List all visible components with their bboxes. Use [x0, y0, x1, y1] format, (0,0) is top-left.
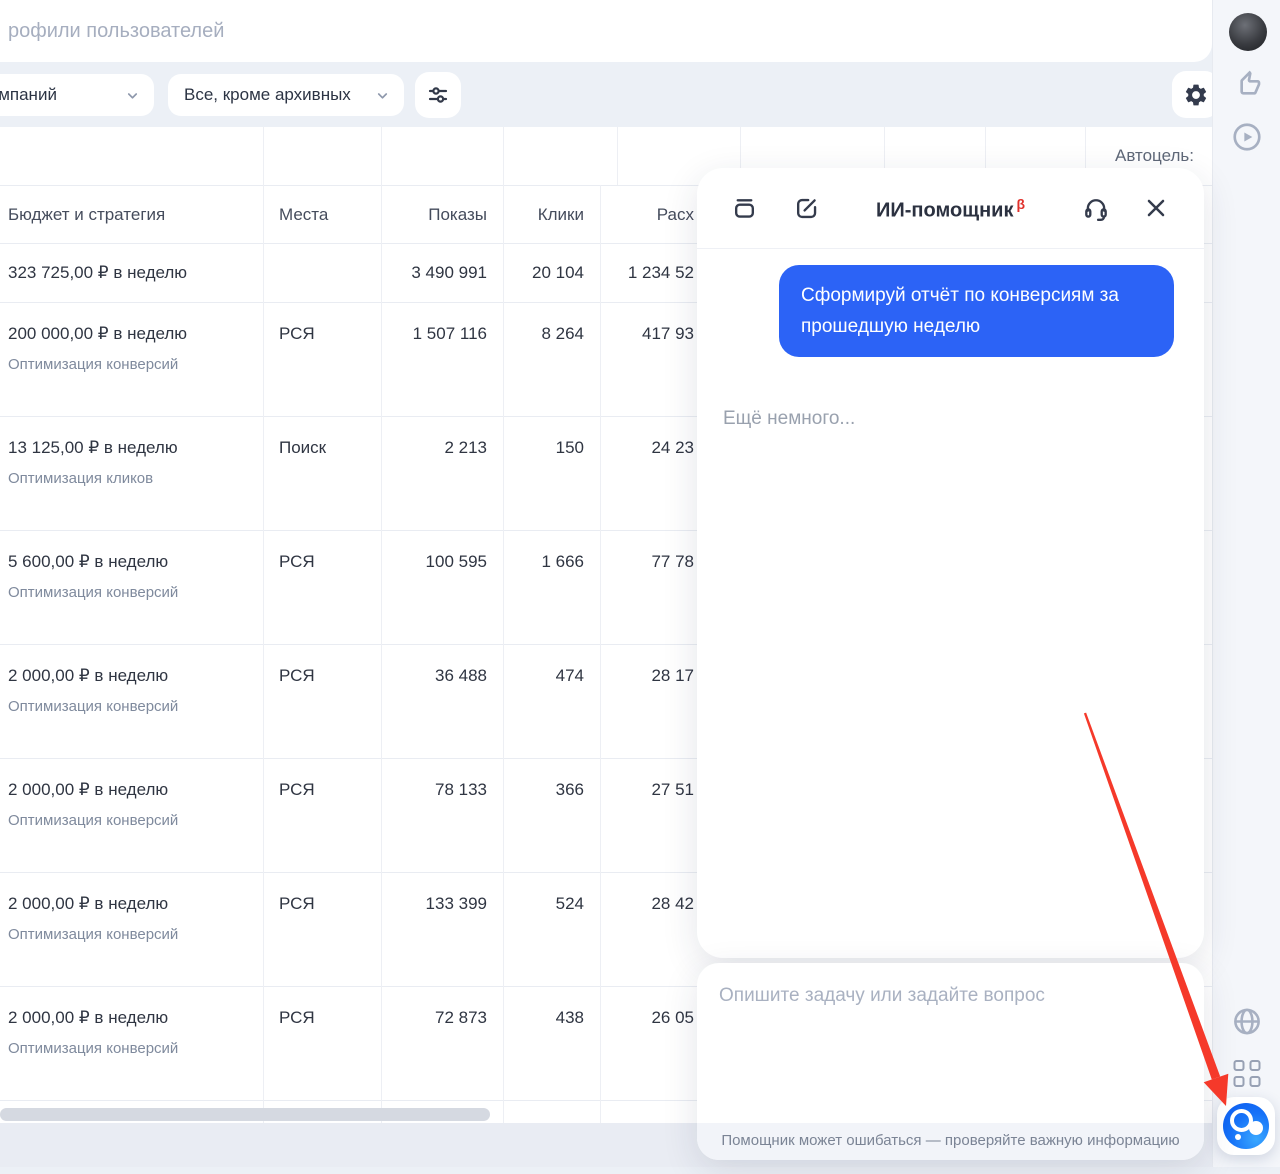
strategy-label: Оптимизация конверсий	[8, 584, 179, 601]
shows-cell: 72 873	[435, 1008, 487, 1027]
assistant-panel-header: ИИ-помощник β	[697, 168, 1204, 249]
places-cell: РСЯ	[279, 894, 315, 913]
shows-cell: 36 488	[435, 666, 487, 685]
clicks-cell: 524	[555, 894, 584, 913]
sliders-icon	[426, 83, 450, 107]
column-divider	[503, 127, 504, 185]
places-cell	[263, 244, 381, 302]
budget-value: 2 000,00 ₽ в неделю	[8, 894, 169, 913]
column-header-shows[interactable]: Показы	[381, 186, 503, 243]
budget-value: 5 600,00 ₽ в неделю	[8, 552, 169, 571]
budget-value: 13 125,00 ₽ в неделю	[8, 438, 178, 457]
column-divider	[381, 127, 382, 185]
shows-cell: 133 399	[425, 894, 487, 913]
strategy-label: Оптимизация кликов	[8, 470, 154, 487]
column-divider	[263, 185, 264, 1123]
clicks-cell: 8 264	[541, 324, 584, 343]
column-header-clicks[interactable]: Клики	[503, 186, 600, 243]
budget-value: 200 000,00 ₽ в неделю	[8, 324, 188, 343]
column-divider	[600, 185, 601, 1123]
strategy-label: Оптимизация конверсий	[8, 1040, 179, 1057]
places-cell: РСЯ	[279, 780, 315, 799]
user-avatar[interactable]	[1229, 13, 1267, 51]
assistant-disclaimer: Помощник может ошибаться — проверяйте ва…	[697, 1123, 1204, 1160]
chevron-down-icon	[125, 88, 140, 103]
assistant-input[interactable]: Опишите задачу или задайте вопрос	[697, 963, 1204, 1123]
clicks-cell: 366	[555, 780, 584, 799]
horizontal-scrollbar[interactable]	[0, 1108, 490, 1121]
ai-assistant-button[interactable]	[1217, 1097, 1275, 1155]
places-cell: РСЯ	[279, 1008, 315, 1027]
campaign-types-label: ы кампаний	[0, 85, 57, 104]
column-header-places[interactable]: Места	[263, 186, 381, 243]
ai-assistant-logo-icon	[1223, 1103, 1269, 1149]
strategy-label: Оптимизация конверсий	[8, 698, 179, 715]
search-placeholder: рофили пользователей	[8, 19, 225, 42]
strategy-label: Оптимизация конверсий	[8, 356, 179, 373]
clicks-cell: 20 104	[532, 263, 584, 282]
places-cell: Поиск	[279, 438, 327, 457]
places-cell: РСЯ	[279, 552, 315, 571]
strategy-label: Оптимизация конверсий	[8, 812, 179, 829]
places-cell: РСЯ	[279, 324, 315, 343]
shows-cell: 2 213	[444, 438, 487, 457]
column-divider	[381, 185, 382, 1123]
clicks-cell: 438	[555, 1008, 584, 1027]
assistant-input-placeholder: Опишите задачу или задайте вопрос	[719, 985, 1045, 1006]
gear-icon	[1183, 82, 1209, 108]
archive-filter-label: Все, кроме архивных	[184, 85, 351, 104]
budget-value: 2 000,00 ₽ в неделю	[8, 780, 169, 799]
chevron-down-icon	[375, 88, 390, 103]
column-divider	[263, 127, 264, 185]
close-icon[interactable]	[1143, 195, 1169, 221]
shows-cell: 3 490 991	[411, 263, 487, 282]
clicks-cell: 150	[555, 438, 584, 457]
thumbs-up-icon[interactable]	[1231, 68, 1263, 100]
column-divider	[617, 127, 618, 185]
user-message-bubble: Сформируй отчёт по конверсиям за прошедш…	[779, 265, 1174, 357]
assistant-title: ИИ-помощник β	[876, 196, 1025, 222]
column-divider	[503, 185, 504, 1123]
shows-cell: 78 133	[435, 780, 487, 799]
right-sidebar	[1212, 0, 1280, 1167]
clicks-cell: 474	[555, 666, 584, 685]
yandex-direct-campaigns-page: рофили пользователей ы кампаний Все, кро…	[0, 0, 1280, 1174]
assistant-status-text: Ещё немного...	[723, 408, 856, 429]
budget-value: 323 725,00 ₽ в неделю	[8, 263, 188, 282]
shows-cell: 100 595	[425, 552, 487, 571]
archive-filter-dropdown[interactable]: Все, кроме архивных	[168, 74, 404, 116]
beta-badge: β	[1016, 196, 1025, 212]
assistant-panel: ИИ-помощник β Сформируй отчёт по конверси…	[697, 168, 1204, 958]
globe-icon[interactable]	[1231, 1006, 1262, 1037]
campaign-types-dropdown[interactable]: ы кампаний	[0, 74, 154, 116]
clicks-cell: 1 666	[541, 552, 584, 571]
places-cell: РСЯ	[279, 666, 315, 685]
search-input[interactable]: рофили пользователей	[0, 0, 1212, 62]
strategy-label: Оптимизация конверсий	[8, 926, 179, 943]
shows-cell: 1 507 116	[412, 324, 487, 343]
filter-settings-button[interactable]	[415, 72, 461, 118]
budget-value: 2 000,00 ₽ в неделю	[8, 1008, 169, 1027]
column-header-budget[interactable]: Бюджет и стратегия	[0, 186, 263, 243]
group-header-autogoal: Автоцель:	[1115, 146, 1194, 165]
support-headset-icon[interactable]	[1082, 195, 1110, 223]
apps-grid-icon[interactable]	[1233, 1060, 1260, 1087]
play-circle-icon[interactable]	[1231, 121, 1263, 153]
budget-value: 2 000,00 ₽ в неделю	[8, 666, 169, 685]
assistant-input-card: Опишите задачу или задайте вопрос Помощн…	[697, 963, 1204, 1160]
